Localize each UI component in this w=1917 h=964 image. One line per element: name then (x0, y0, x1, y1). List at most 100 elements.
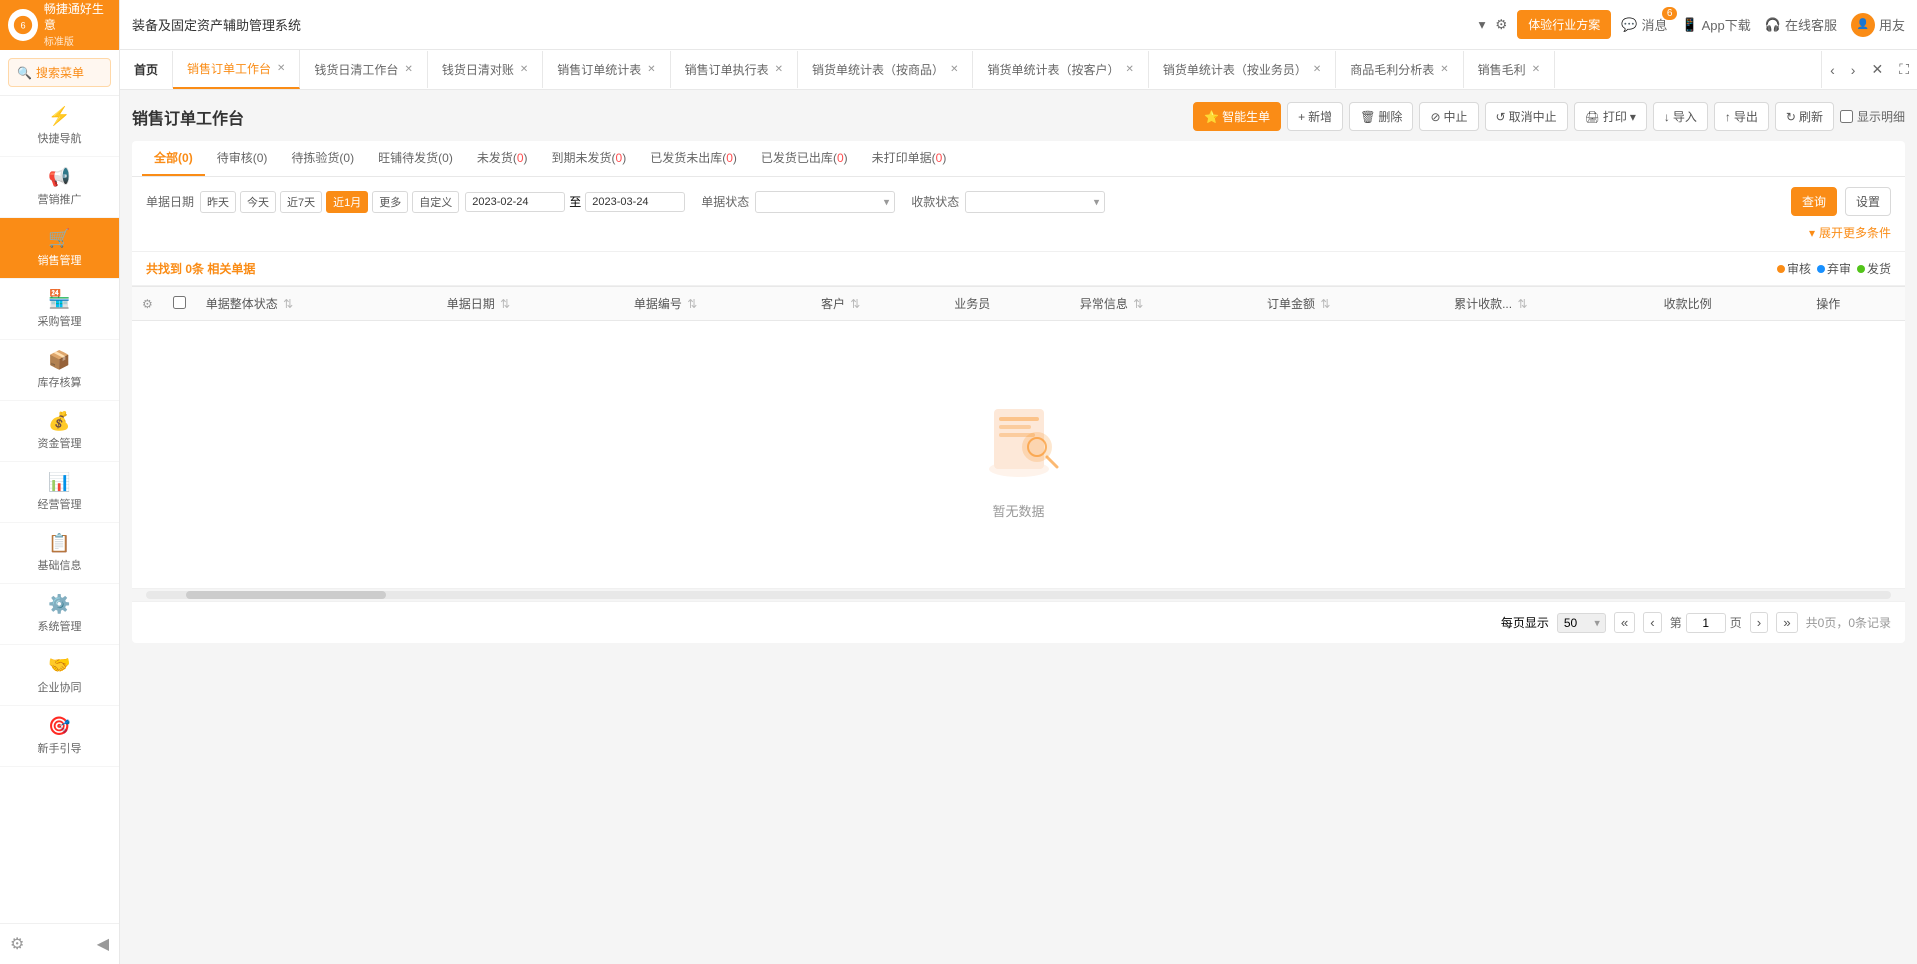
date-today-button[interactable]: 今天 (240, 191, 276, 213)
review-action-button[interactable]: 审核 (1777, 260, 1811, 277)
last-page-button[interactable]: » (1776, 612, 1797, 633)
tab-close-sales-stats[interactable]: ✕ (647, 64, 655, 75)
scroll-thumb[interactable] (186, 591, 386, 599)
tab-cash-daily[interactable]: 钱货日清工作台 ✕ (300, 51, 427, 88)
date-to-input[interactable] (585, 192, 685, 212)
tab-close-cash-reconcile[interactable]: ✕ (520, 64, 528, 75)
tab-sales-summary-staff[interactable]: 销货单统计表（按业务员） ✕ (1149, 51, 1336, 88)
online-service-button[interactable]: 🎧 在线客服 (1765, 15, 1837, 34)
sub-tab-all[interactable]: 全部(0) (142, 141, 205, 176)
select-all-checkbox[interactable] (173, 296, 186, 309)
prev-page-button[interactable]: ‹ (1643, 612, 1661, 633)
tab-expand-button[interactable]: ⛶ (1891, 51, 1917, 88)
query-button[interactable]: 查询 (1791, 187, 1837, 216)
stop-button[interactable]: ⊘ 中止 (1419, 102, 1478, 131)
sidebar-item-system[interactable]: ⚙️ 系统管理 (0, 584, 119, 645)
sidebar-item-quick-nav[interactable]: ⚡ 快捷导航 (0, 96, 119, 157)
sort-date-icon[interactable]: ⇅ (500, 297, 510, 311)
sort-number-icon[interactable]: ⇅ (687, 297, 697, 311)
sort-received-icon[interactable]: ⇅ (1517, 297, 1527, 311)
settings-bottom-button[interactable]: ⚙ (10, 934, 24, 954)
date-yesterday-button[interactable]: 昨天 (200, 191, 236, 213)
tab-close-sales-profit[interactable]: ✕ (1532, 64, 1540, 75)
date-from-input[interactable] (465, 192, 565, 212)
sidebar-item-basic[interactable]: 📋 基础信息 (0, 523, 119, 584)
sort-amount-icon[interactable]: ⇅ (1320, 297, 1330, 311)
page-number-input[interactable] (1686, 613, 1726, 633)
tab-sales-summary-product[interactable]: 销货单统计表（按商品） ✕ (798, 51, 973, 88)
sidebar-item-operation[interactable]: 📊 经营管理 (0, 462, 119, 523)
tab-gross-profit[interactable]: 商品毛利分析表 ✕ (1336, 51, 1463, 88)
next-page-button[interactable]: › (1750, 612, 1768, 633)
tab-close-sales-summary-staff[interactable]: ✕ (1313, 64, 1321, 75)
page-size-label: 每页显示 (1501, 614, 1549, 631)
tab-home[interactable]: 首页 (120, 51, 173, 88)
date-1month-button[interactable]: 近1月 (326, 191, 368, 213)
sub-tab-expired-not-shipped[interactable]: 到期未发货(0) (540, 141, 639, 176)
sub-tab-pending-review[interactable]: 待审核(0) (205, 141, 280, 176)
page-size-select[interactable]: 10 20 50 100 (1557, 613, 1606, 633)
first-page-button[interactable]: « (1614, 612, 1635, 633)
sidebar-item-purchase[interactable]: 🏪 采购管理 (0, 279, 119, 340)
tab-close-sales-order[interactable]: ✕ (277, 63, 285, 74)
delete-button[interactable]: 🗑 删除 (1349, 102, 1413, 131)
payment-select[interactable] (965, 191, 1105, 213)
print-button[interactable]: 🖨 打印 ▾ (1574, 102, 1647, 131)
tab-cash-reconcile[interactable]: 钱货日清对账 ✕ (428, 51, 543, 88)
sub-tab-not-shipped[interactable]: 未发货(0) (465, 141, 540, 176)
tab-sales-exec[interactable]: 销售订单执行表 ✕ (671, 51, 798, 88)
filter-settings-button[interactable]: 设置 (1845, 187, 1891, 216)
tab-close-sales-summary-product[interactable]: ✕ (950, 64, 958, 75)
tab-close-cash-daily[interactable]: ✕ (404, 64, 412, 75)
sidebar-item-sales[interactable]: 🛒 销售管理 (0, 218, 119, 279)
tab-sales-stats[interactable]: 销售订单统计表 ✕ (543, 51, 670, 88)
show-detail-checkbox[interactable] (1840, 110, 1853, 123)
export-button[interactable]: ↑ 导出 (1714, 102, 1769, 131)
cancel-stop-button[interactable]: ↺ 取消中止 (1485, 102, 1568, 131)
app-download-button[interactable]: 📱 App下载 (1681, 15, 1750, 34)
refresh-button[interactable]: ↻ 刷新 (1775, 102, 1834, 131)
sub-tab-not-printed[interactable]: 未打印单据(0) (860, 141, 959, 176)
module-dropdown-button[interactable]: ▾ (1479, 17, 1486, 33)
import-button[interactable]: ↓ 导入 (1653, 102, 1708, 131)
tab-close-sales-exec[interactable]: ✕ (775, 64, 783, 75)
status-select[interactable] (755, 191, 895, 213)
tab-sales-profit[interactable]: 销售毛利 ✕ (1464, 51, 1555, 88)
user-menu-button[interactable]: 👤 用友 (1851, 13, 1905, 37)
solution-button[interactable]: 体验行业方案 (1517, 10, 1611, 39)
cancel-review-action-button[interactable]: 弃审 (1817, 260, 1851, 277)
sub-tab-shipped-out[interactable]: 已发货已出库(0) (749, 141, 860, 176)
sub-tab-wangpu-pending[interactable]: 旺铺待发货(0) (366, 141, 465, 176)
sidebar-item-guide[interactable]: 🎯 新手引导 (0, 706, 119, 767)
smart-generate-button[interactable]: ⭐ 智能生单 (1193, 102, 1281, 131)
add-button[interactable]: + 新增 (1287, 102, 1343, 131)
sort-status-icon[interactable]: ⇅ (283, 297, 293, 311)
sidebar-item-enterprise[interactable]: 🤝 企业协同 (0, 645, 119, 706)
col-settings-icon[interactable]: ⚙ (142, 297, 153, 311)
search-menu-button[interactable]: 🔍 搜索菜单 (8, 58, 111, 87)
expand-conditions-button[interactable]: ▾ 展开更多条件 (1809, 224, 1891, 241)
col-amount-header: 订单金额 ⇅ (1257, 287, 1444, 321)
sort-exception-icon[interactable]: ⇅ (1133, 297, 1143, 311)
tab-nav-next-button[interactable]: › (1843, 52, 1864, 88)
tab-sales-summary-customer[interactable]: 销货单统计表（按客户） ✕ (973, 51, 1148, 88)
sidebar-item-finance[interactable]: 💰 资金管理 (0, 401, 119, 462)
tab-nav-prev-button[interactable]: ‹ (1822, 52, 1843, 88)
col-check (163, 287, 196, 321)
settings-gear-button[interactable]: ⚙ (1495, 17, 1507, 33)
date-7days-button[interactable]: 近7天 (280, 191, 322, 213)
sub-tab-shipped-not-out[interactable]: 已发货未出库(0) (638, 141, 749, 176)
tab-close-gross-profit[interactable]: ✕ (1440, 64, 1448, 75)
date-custom-button[interactable]: 自定义 (412, 191, 459, 213)
message-button[interactable]: 💬 6 消息 (1621, 15, 1667, 34)
sub-tab-pending-inspect[interactable]: 待拣验货(0) (279, 141, 366, 176)
collapse-sidebar-button[interactable]: ◀ (97, 934, 109, 954)
tab-close-all-button[interactable]: ✕ (1863, 51, 1891, 88)
sort-customer-icon[interactable]: ⇅ (850, 297, 860, 311)
sidebar-item-marketing[interactable]: 📢 营销推广 (0, 157, 119, 218)
tab-close-sales-summary-customer[interactable]: ✕ (1125, 64, 1133, 75)
date-more-button[interactable]: 更多 (372, 191, 408, 213)
tab-sales-order-workbench[interactable]: 销售订单工作台 ✕ (173, 50, 300, 89)
ship-action-button[interactable]: 发货 (1857, 260, 1891, 277)
sidebar-item-inventory[interactable]: 📦 库存核算 (0, 340, 119, 401)
